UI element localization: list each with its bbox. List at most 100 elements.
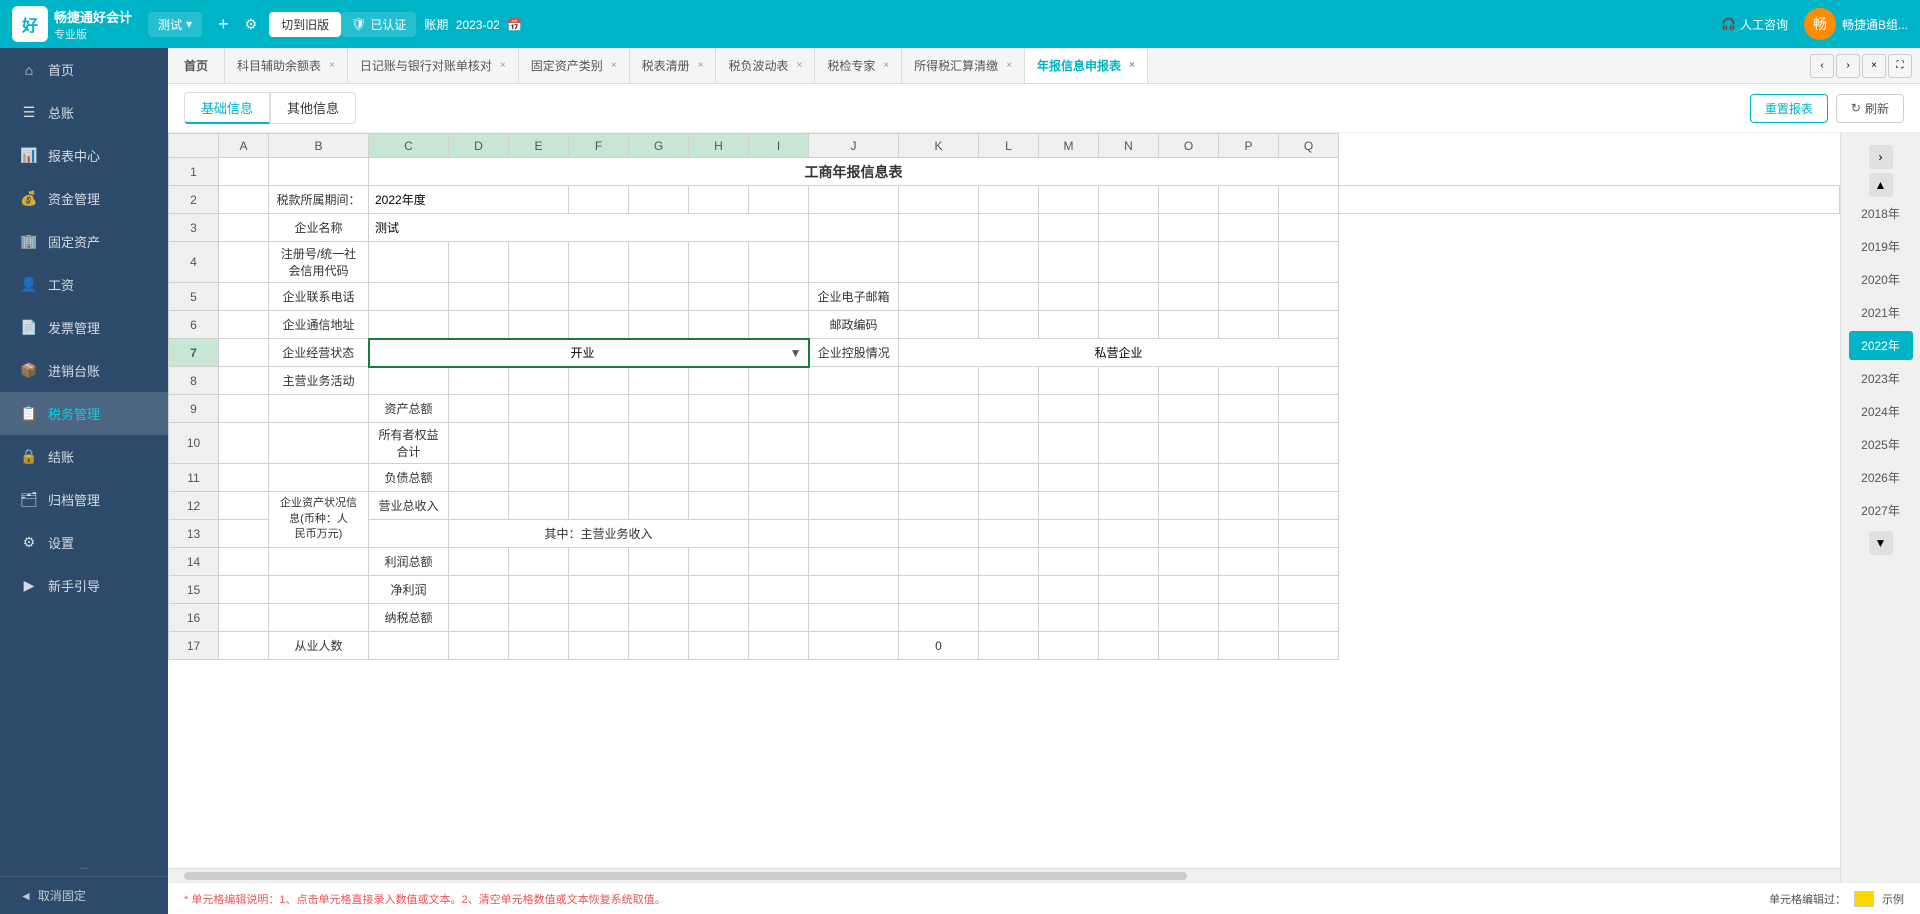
cell-6-d[interactable]: [449, 311, 509, 339]
cell-16-o[interactable]: [1159, 604, 1219, 632]
cell-3-m[interactable]: [1039, 214, 1099, 242]
cell-12-a[interactable]: [219, 492, 269, 520]
cell-16-p[interactable]: [1219, 604, 1279, 632]
cell-13-j[interactable]: [809, 520, 899, 548]
cell-11-l[interactable]: [979, 464, 1039, 492]
cell-13-n[interactable]: [1099, 520, 1159, 548]
tab-close-all-button[interactable]: ×: [1862, 54, 1886, 78]
cell-12-f[interactable]: [569, 492, 629, 520]
cell-10-g[interactable]: [629, 423, 689, 464]
cell-4-q[interactable]: [1279, 242, 1339, 283]
cell-16-d[interactable]: [449, 604, 509, 632]
cell-9-l[interactable]: [979, 395, 1039, 423]
year-2020-btn[interactable]: 2020年: [1849, 265, 1913, 294]
cell-9-j[interactable]: [809, 395, 899, 423]
close-tab-4-icon[interactable]: ×: [698, 60, 704, 71]
cell-9-d[interactable]: [449, 395, 509, 423]
cell-11-i[interactable]: [749, 464, 809, 492]
tab-bank-reconcile[interactable]: 日记账与银行对账单核对 ×: [348, 48, 519, 84]
cell-5-f[interactable]: [569, 283, 629, 311]
sidebar-item-funds[interactable]: 💰 资金管理: [0, 177, 168, 220]
cell-2-q[interactable]: [1339, 186, 1840, 214]
sidebar-item-ledger[interactable]: ☰ 总账: [0, 91, 168, 134]
cell-8-e[interactable]: [509, 367, 569, 395]
col-header-l[interactable]: L: [979, 134, 1039, 158]
sidebar-item-close[interactable]: 🔒 结账: [0, 435, 168, 478]
cell-15-j[interactable]: [809, 576, 899, 604]
cell-11-c[interactable]: 负债总额: [369, 464, 449, 492]
cell-9-n[interactable]: [1099, 395, 1159, 423]
cell-13-i[interactable]: [749, 520, 809, 548]
cell-16-b[interactable]: [269, 604, 369, 632]
cell-15-c[interactable]: 净利润: [369, 576, 449, 604]
col-header-g[interactable]: G: [629, 134, 689, 158]
cell-3-p[interactable]: [1219, 214, 1279, 242]
cell-5-m[interactable]: [1039, 283, 1099, 311]
cell-4-o[interactable]: [1159, 242, 1219, 283]
cell-10-o[interactable]: [1159, 423, 1219, 464]
horizontal-scrollbar[interactable]: [168, 868, 1840, 882]
cell-13-l[interactable]: [979, 520, 1039, 548]
cell-2-n[interactable]: [1159, 186, 1219, 214]
cell-5-k[interactable]: [899, 283, 979, 311]
cell-15-m[interactable]: [1039, 576, 1099, 604]
sidebar-item-tax[interactable]: 📋 税务管理: [0, 392, 168, 435]
cell-9-b[interactable]: [269, 395, 369, 423]
cell-9-i[interactable]: [749, 395, 809, 423]
cell-6-a[interactable]: [219, 311, 269, 339]
year-2026-btn[interactable]: 2026年: [1849, 463, 1913, 492]
cell-7-k[interactable]: 私营企业: [899, 339, 1339, 367]
cell-3-l[interactable]: [979, 214, 1039, 242]
col-header-b[interactable]: B: [269, 134, 369, 158]
reset-report-button[interactable]: 重置报表: [1750, 94, 1828, 123]
cell-14-p[interactable]: [1219, 548, 1279, 576]
cell-5-e[interactable]: [509, 283, 569, 311]
cell-10-p[interactable]: [1219, 423, 1279, 464]
cell-12-h[interactable]: [689, 492, 749, 520]
sidebar-item-invoices[interactable]: 📄 发票管理: [0, 306, 168, 349]
cell-17-d[interactable]: [449, 632, 509, 660]
cell-16-h[interactable]: [689, 604, 749, 632]
cell-2-h[interactable]: [749, 186, 809, 214]
cell-11-j[interactable]: [809, 464, 899, 492]
tab-prev-button[interactable]: ‹: [1810, 54, 1834, 78]
tab-selector[interactable]: 测试 ▾: [148, 12, 202, 37]
cell-10-l[interactable]: [979, 423, 1039, 464]
cell-10-h[interactable]: [689, 423, 749, 464]
cell-4-i[interactable]: [749, 242, 809, 283]
cell-15-l[interactable]: [979, 576, 1039, 604]
cell-11-e[interactable]: [509, 464, 569, 492]
cell-11-m[interactable]: [1039, 464, 1099, 492]
cell-17-i[interactable]: [749, 632, 809, 660]
cell-4-c[interactable]: [369, 242, 449, 283]
cell-12-d[interactable]: [449, 492, 509, 520]
cell-5-h[interactable]: [689, 283, 749, 311]
cell-4-p[interactable]: [1219, 242, 1279, 283]
tab-auxiliary-balance[interactable]: 科目辅助余额表 ×: [225, 48, 348, 84]
year-2025-btn[interactable]: 2025年: [1849, 430, 1913, 459]
cell-6-o[interactable]: [1159, 311, 1219, 339]
cell-3-k[interactable]: [899, 214, 979, 242]
year-2021-btn[interactable]: 2021年: [1849, 298, 1913, 327]
cell-4-g[interactable]: [629, 242, 689, 283]
cell-15-q[interactable]: [1279, 576, 1339, 604]
cell-10-k[interactable]: [899, 423, 979, 464]
cell-6-i[interactable]: [749, 311, 809, 339]
tab-next-button[interactable]: ›: [1836, 54, 1860, 78]
cell-9-m[interactable]: [1039, 395, 1099, 423]
cell-11-q[interactable]: [1279, 464, 1339, 492]
cell-12-l[interactable]: [979, 492, 1039, 520]
cell-5-o[interactable]: [1159, 283, 1219, 311]
cell-5-c[interactable]: [369, 283, 449, 311]
cell-5-a[interactable]: [219, 283, 269, 311]
cell-8-d[interactable]: [449, 367, 509, 395]
tab-tax-burden[interactable]: 税负波动表 ×: [716, 48, 815, 84]
cell-4-e[interactable]: [509, 242, 569, 283]
cell-14-n[interactable]: [1099, 548, 1159, 576]
sidebar-item-home[interactable]: ⌂ 首页: [0, 48, 168, 91]
sidebar-item-archive[interactable]: 🗂 归档管理: [0, 478, 168, 521]
scroll-up-button[interactable]: ▲: [1869, 173, 1893, 197]
year-2027-btn[interactable]: 2027年: [1849, 496, 1913, 525]
cell-1-b[interactable]: [269, 158, 369, 186]
cell-3-q[interactable]: [1279, 214, 1339, 242]
